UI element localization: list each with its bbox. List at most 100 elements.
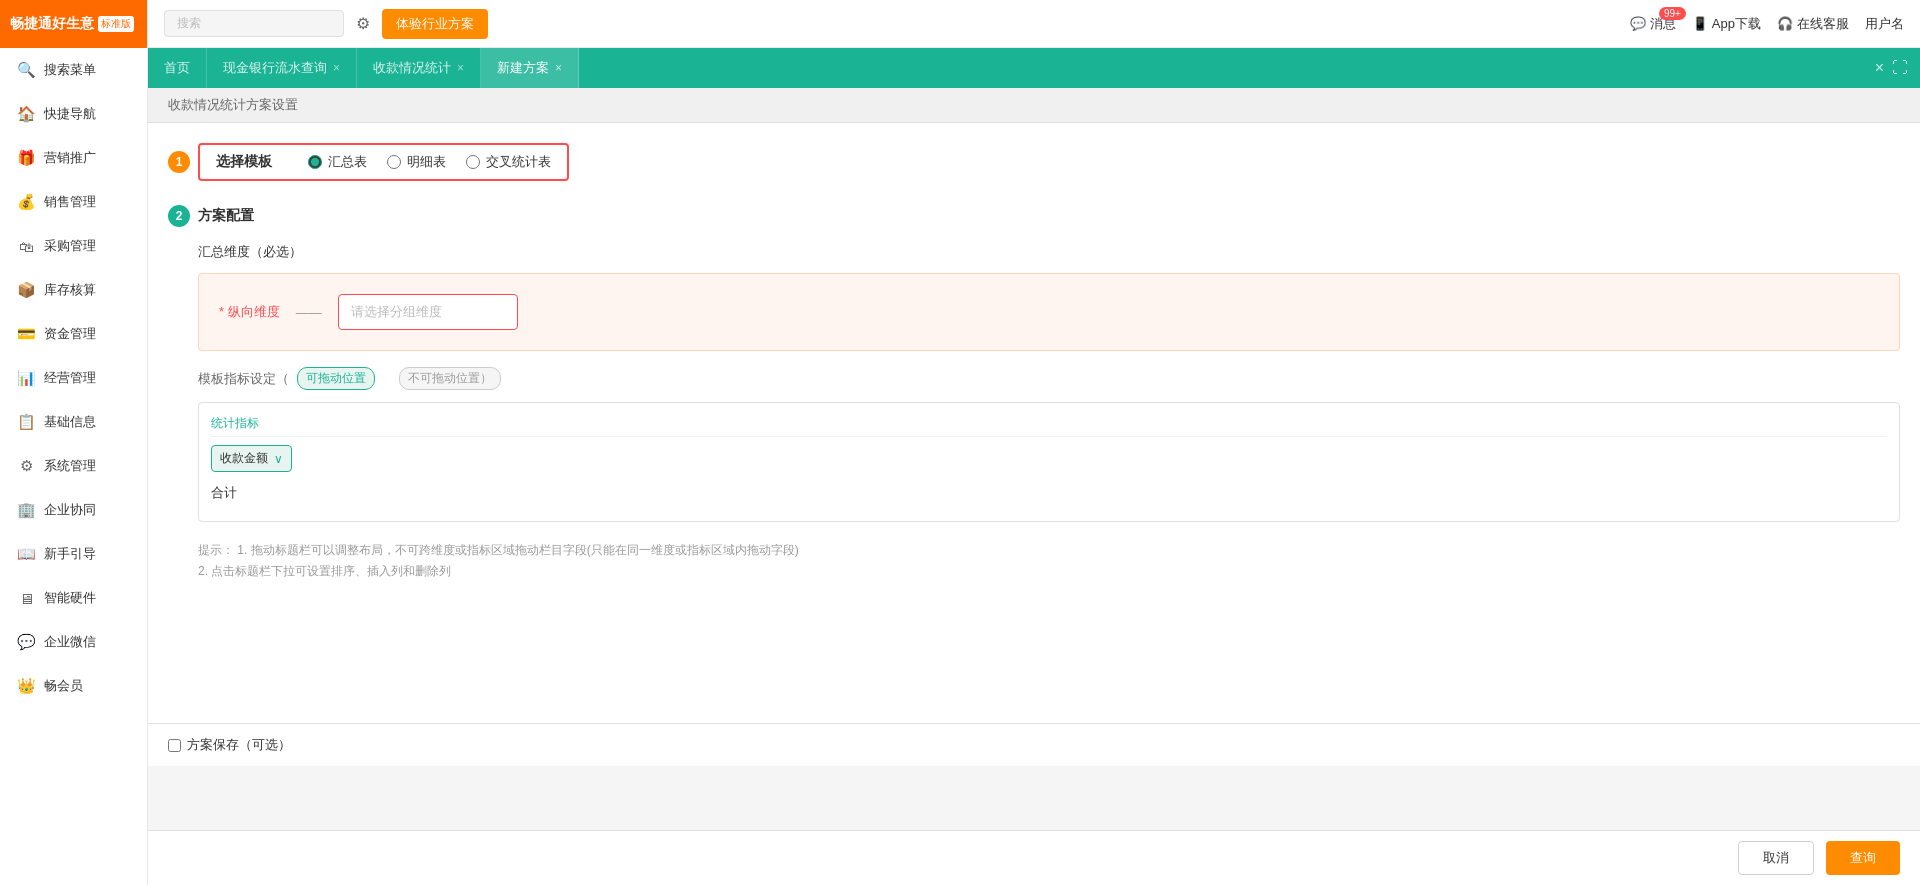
close-window-icon[interactable]: ×	[1875, 59, 1884, 77]
dimension-row: * 纵向维度 —— 请选择分组维度	[219, 294, 1879, 330]
window-controls: ×⛶	[1863, 48, 1920, 88]
nav-icon-inventory: 📦	[16, 280, 36, 300]
nav-label-finance: 资金管理	[44, 325, 96, 343]
tab-close-new-plan[interactable]: ×	[555, 61, 562, 75]
sidebar-item-member[interactable]: 👑畅会员	[0, 664, 147, 708]
service-label: 在线客服	[1797, 15, 1849, 33]
sidebar-item-wechat[interactable]: 💬企业微信	[0, 620, 147, 664]
maximize-window-icon[interactable]: ⛶	[1892, 59, 1908, 77]
radio-detail[interactable]	[387, 155, 401, 169]
nav-icon-search-menu: 🔍	[16, 60, 36, 80]
step2-section: 2 方案配置 汇总维度（必选） * 纵向维度 —— 请选择分组维度	[168, 205, 1900, 580]
page-footer: 方案保存（可选）	[148, 723, 1920, 766]
nav-icon-basic-info: 📋	[16, 412, 36, 432]
cancel-button[interactable]: 取消	[1738, 841, 1814, 875]
dimension-box: * 纵向维度 —— 请选择分组维度	[198, 273, 1900, 351]
tab-label-bank-flow: 现金银行流水查询	[223, 59, 327, 77]
action-bar: 取消 查询	[148, 830, 1920, 885]
template-detail[interactable]: 明细表	[387, 153, 446, 171]
stats-label: 统计指标	[211, 415, 1887, 437]
tab-bank-flow[interactable]: 现金银行流水查询 ×	[207, 48, 357, 88]
message-icon: 💬	[1630, 16, 1646, 31]
sidebar-item-operation[interactable]: 📊经营管理	[0, 356, 147, 400]
summary-label: 汇总表	[328, 153, 367, 171]
draggable-badge: 可拖动位置	[297, 367, 375, 390]
download-label: App下载	[1712, 15, 1761, 33]
sidebar-item-sales[interactable]: 💰销售管理	[0, 180, 147, 224]
radio-cross[interactable]	[466, 155, 480, 169]
tab-label-new-plan: 新建方案	[497, 59, 549, 77]
user-name: 用户名	[1865, 15, 1904, 33]
message-badge: 99+	[1659, 7, 1686, 20]
query-button[interactable]: 查询	[1826, 841, 1900, 875]
sidebar-item-hardware[interactable]: 🖥智能硬件	[0, 576, 147, 620]
vertical-dim-label: * 纵向维度	[219, 303, 280, 321]
metrics-area: 统计指标 收款金额 ∨ 合计	[198, 402, 1900, 522]
logo-badge: 标准版	[98, 16, 134, 32]
hint-text: 提示： 1. 拖动标题栏可以调整布局，不可跨维度或指标区域拖动栏目字段(只能在同…	[198, 542, 1900, 580]
nav-icon-guide: 📖	[16, 544, 36, 564]
sidebar-item-inventory[interactable]: 📦 库存核算	[0, 268, 147, 312]
nav-label-marketing: 营销推广	[44, 149, 96, 167]
tab-close-bank-flow[interactable]: ×	[333, 61, 340, 75]
nav-label-operation: 经营管理	[44, 369, 96, 387]
nav-icon-finance: 💳	[16, 324, 36, 344]
nav-icon-hardware: 🖥	[16, 588, 36, 608]
online-service-btn[interactable]: 🎧 在线客服	[1777, 15, 1849, 33]
step2-badge: 2	[168, 205, 190, 227]
logo-text: 畅捷通好生意	[10, 15, 94, 33]
tab-home[interactable]: 首页	[148, 48, 207, 88]
detail-label: 明细表	[407, 153, 446, 171]
nav-label-purchase: 采购管理	[44, 237, 96, 255]
user-info[interactable]: 用户名	[1865, 15, 1904, 33]
nav-icon-purchase: 🛍	[16, 236, 36, 256]
sidebar: 畅捷通好生意 标准版 🔍 搜索菜单 🏠 快捷导航 🎁营销推广💰销售管理 🛍 采购管理 📦 库存核…	[0, 0, 148, 885]
tab-close-collection-stats[interactable]: ×	[457, 61, 464, 75]
sidebar-item-finance[interactable]: 💳 资金管理	[0, 312, 147, 356]
dimension-arrow: ——	[296, 305, 322, 320]
nav-label-quick-nav: 快捷导航	[44, 105, 96, 123]
tab-collection-stats[interactable]: 收款情况统计 ×	[357, 48, 481, 88]
nav-icon-system: ⚙	[16, 456, 36, 476]
sidebar-item-purchase[interactable]: 🛍 采购管理	[0, 224, 147, 268]
save-checkbox-input[interactable]	[168, 739, 181, 752]
sidebar-item-enterprise[interactable]: 🏢企业协同	[0, 488, 147, 532]
nav-label-sales: 销售管理	[44, 193, 96, 211]
sidebar-item-marketing[interactable]: 🎁营销推广	[0, 136, 147, 180]
tab-label-collection-stats: 收款情况统计	[373, 59, 451, 77]
metric-tag-label: 收款金额	[220, 450, 268, 467]
step1-header: 1 选择模板 汇总表 明细表 交叉统计表	[168, 143, 1900, 181]
template-cross[interactable]: 交叉统计表	[466, 153, 551, 171]
settings-icon[interactable]: ⚙	[356, 14, 370, 33]
sidebar-item-system[interactable]: ⚙系统管理	[0, 444, 147, 488]
sidebar-item-basic-info[interactable]: 📋基础信息	[0, 400, 147, 444]
sidebar-item-search-menu[interactable]: 🔍 搜索菜单	[0, 48, 147, 92]
tab-bar: 首页现金银行流水查询×收款情况统计×新建方案××⛶	[148, 48, 1920, 88]
metric-dropdown-arrow[interactable]: ∨	[274, 452, 283, 466]
nav-icon-quick-nav: 🏠	[16, 104, 36, 124]
sidebar-item-quick-nav[interactable]: 🏠 快捷导航	[0, 92, 147, 136]
industry-btn[interactable]: 体验行业方案	[382, 9, 488, 39]
nav-label-search-menu: 搜索菜单	[44, 61, 96, 79]
dimension-select[interactable]: 请选择分组维度	[338, 294, 518, 330]
page-body: 1 选择模板 汇总表 明细表 交叉统计表	[148, 123, 1920, 723]
metric-total: 合计	[211, 480, 1887, 506]
dimension-section-label: 汇总维度（必选）	[198, 243, 1900, 261]
nav-label-inventory: 库存核算	[44, 281, 96, 299]
sidebar-item-guide[interactable]: 📖新手引导	[0, 532, 147, 576]
template-summary[interactable]: 汇总表	[308, 153, 367, 171]
main-area: 搜索 ⚙ 体验行业方案 💬 消息 99+ 📱 App下载 🎧 在线客服 用户名 …	[148, 0, 1920, 885]
tab-new-plan[interactable]: 新建方案 ×	[481, 48, 579, 88]
app-download-btn[interactable]: 📱 App下载	[1692, 15, 1761, 33]
radio-summary[interactable]	[308, 155, 322, 169]
nav-label-enterprise: 企业协同	[44, 501, 96, 519]
metrics-header: 模板指标设定（ 可拖动位置 不可拖动位置）	[198, 367, 1900, 390]
sidebar-nav: 🔍 搜索菜单 🏠 快捷导航 🎁营销推广💰销售管理 🛍 采购管理 📦 库存核算 💳 资金管理 📊经营管理…	[0, 48, 147, 885]
message-btn[interactable]: 💬 消息 99+	[1630, 15, 1676, 33]
step1-title: 选择模板	[216, 153, 272, 171]
save-plan-checkbox[interactable]: 方案保存（可选）	[168, 736, 291, 754]
metric-tag[interactable]: 收款金额 ∨	[211, 445, 292, 472]
hint-line2: 2. 点击标题栏下拉可设置排序、插入列和删除列	[198, 563, 1900, 580]
search-box[interactable]: 搜索	[164, 10, 344, 37]
nav-label-member: 畅会员	[44, 677, 83, 695]
